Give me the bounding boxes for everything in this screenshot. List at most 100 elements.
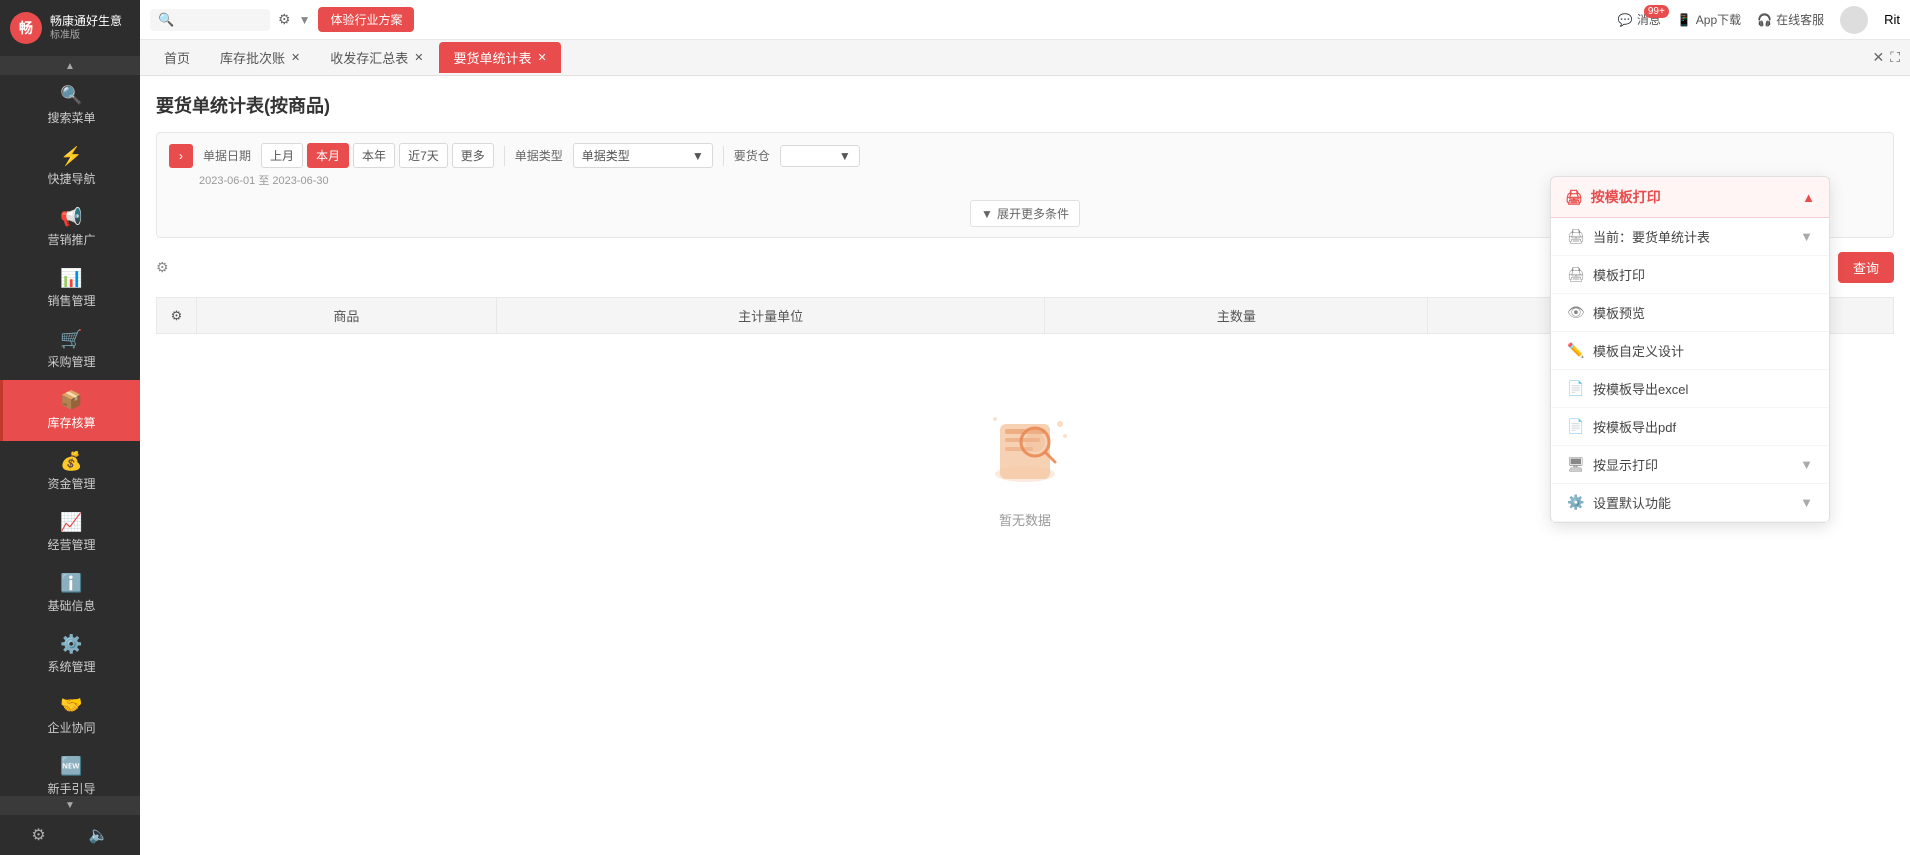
filter-divider [504, 146, 505, 166]
system-icon: ⚙️ [60, 634, 82, 655]
export-excel-icon: 📄 [1567, 380, 1583, 397]
dropdown-item-template-design[interactable]: ✏️模板自定义设计 [1551, 332, 1829, 370]
service-icon: 🎧 [1757, 13, 1772, 27]
dropdown-current-item[interactable]: 🖨 当前：要货单统计表 ▼ [1551, 218, 1829, 256]
type-placeholder: 单据类型 [582, 147, 630, 164]
date-btn-本月[interactable]: 本月 [307, 143, 349, 168]
sidebar-label-inventory: 库存核算 [47, 414, 95, 431]
search-icon: 🔍 [60, 85, 82, 106]
template-print-label: 模板打印 [1593, 265, 1645, 284]
tab-close-icon[interactable]: ✕ [538, 51, 547, 64]
sidebar-label-search: 搜索菜单 [47, 109, 95, 126]
dropdown-item-display-print[interactable]: 🖥按显示打印▼ [1551, 446, 1829, 484]
sidebar-label-operation: 经营管理 [47, 536, 95, 553]
close-window-icon[interactable]: ✕ [1872, 49, 1884, 66]
tab-label: 要货单统计表 [453, 48, 531, 67]
current-label: 当前：要货单统计表 [1593, 227, 1710, 246]
sidebar-item-search[interactable]: 🔍 搜索菜单 [0, 75, 140, 136]
date-btn-本年[interactable]: 本年 [353, 143, 395, 168]
tab-label: 库存批次账 [220, 48, 285, 67]
expand-btn[interactable]: ▼ 展开更多条件 [970, 200, 1080, 227]
sidebar-item-guide[interactable]: 🆕 新手引导 [0, 746, 140, 796]
audio-icon[interactable]: 🔈 [89, 825, 109, 845]
sidebar-item-collab[interactable]: 🤝企业协同 [0, 685, 140, 746]
sidebar-item-system[interactable]: ⚙️ 系统管理 [0, 624, 140, 685]
message-btn[interactable]: 💬 消息 99+ [1618, 11, 1661, 28]
sidebar-item-sales[interactable]: 📊销售管理 [0, 258, 140, 319]
tab-close-icon[interactable]: ✕ [414, 51, 423, 64]
dropdown-item-default-func[interactable]: ⚙️设置默认功能▼ [1551, 484, 1829, 522]
sidebar-item-marketing[interactable]: 📢营销推广 [0, 197, 140, 258]
tabs-actions: ✕ ⛶ [1872, 49, 1900, 66]
gear-icon[interactable]: ⚙ [278, 11, 291, 28]
template-print-icon: 🖨 [1567, 266, 1583, 283]
maximize-icon[interactable]: ⛶ [1890, 49, 1900, 66]
default-func-label: 设置默认功能 [1593, 493, 1671, 512]
date-btn-近7天[interactable]: 近7天 [399, 143, 448, 168]
search-box[interactable]: 🔍 [150, 9, 270, 31]
settings-col-icon[interactable]: ⚙ [171, 308, 183, 323]
dropdown-item-export-pdf[interactable]: 📄按模板导出pdf [1551, 408, 1829, 446]
page-content: 要货单统计表(按商品) › 单据日期 上月本月本年近7天更多 单据类型 单据类型… [140, 76, 1910, 855]
empty-illustration [975, 394, 1075, 494]
sidebar-item-shortcut[interactable]: ⚡ 快捷导航 [0, 136, 140, 197]
sidebar-item-inventory[interactable]: 📦库存核算 [0, 380, 140, 441]
app-download-btn[interactable]: 📱 App下载 [1677, 11, 1741, 28]
query-btn[interactable]: 查询 [1838, 252, 1894, 283]
logo-name: 畅康通好生意 [50, 14, 122, 30]
search-icon: 🔍 [158, 12, 174, 28]
sidebar-item-operation[interactable]: 📈 经营管理 [0, 502, 140, 563]
collapse-icon[interactable]: ▲ [1802, 190, 1815, 205]
sidebar-item-finance[interactable]: 💰资金管理 [0, 441, 140, 502]
sidebar-scroll-down[interactable]: ▼ [0, 796, 140, 814]
sidebar: 畅 畅康通好生意 标准版 ▲ 🔍 搜索菜单 ⚡ 快捷导航 📢营销推广📊销售管理🛒采购管理… [0, 0, 140, 855]
tab-要货单统计表[interactable]: 要货单统计表 ✕ [439, 42, 560, 73]
expand-label: 展开更多条件 [997, 205, 1069, 222]
date-btn-上月[interactable]: 上月 [261, 143, 303, 168]
online-service-btn[interactable]: 🎧 在线客服 [1757, 11, 1824, 28]
type-select[interactable]: 单据类型 ▼ [573, 143, 713, 168]
avatar[interactable] [1840, 6, 1868, 34]
dropdown-title: 🖨 按模板打印 [1565, 187, 1661, 207]
dropdown-item-template-preview[interactable]: 👁模板预览 [1551, 294, 1829, 332]
sidebar-label-guide: 新手引导 [47, 780, 95, 796]
operation-icon: 📈 [60, 512, 82, 533]
dropdown-item-export-excel[interactable]: 📄按模板导出excel [1551, 370, 1829, 408]
date-btn-更多[interactable]: 更多 [452, 143, 494, 168]
tab-收发存汇总表[interactable]: 收发存汇总表 ✕ [316, 42, 437, 73]
current-icon: 🖨 [1567, 228, 1583, 245]
tab-label: 首页 [164, 48, 190, 67]
sidebar-label-shortcut: 快捷导航 [47, 170, 95, 187]
dropdown-title-text: 按模板打印 [1591, 187, 1661, 207]
sidebar-label-sales: 销售管理 [47, 292, 95, 309]
tab-close-icon[interactable]: ✕ [291, 51, 300, 64]
tab-label: 收发存汇总表 [330, 48, 408, 67]
display-print-arrow: ▼ [1800, 457, 1813, 472]
filter-toggle[interactable]: › [169, 144, 193, 168]
sidebar-nav: 🔍 搜索菜单 ⚡ 快捷导航 📢营销推广📊销售管理🛒采购管理📦库存核算💰资金管理 📈 经营管理… [0, 75, 140, 796]
logo-icon: 畅 [10, 12, 42, 44]
display-print-icon: 🖥 [1567, 456, 1583, 473]
guide-icon: 🆕 [60, 756, 82, 777]
sidebar-item-purchase[interactable]: 🛒采购管理 [0, 319, 140, 380]
print-dropdown-menu: 🖨 按模板打印 ▲ 🖨 当前：要货单统计表 ▼ 🖨 模板打印 👁模板预览✏️模板自定… [1550, 176, 1830, 523]
shortcut-icon: ⚡ [60, 146, 82, 167]
current-arrow: ▼ [1800, 229, 1813, 244]
tab-首页[interactable]: 首页 [150, 42, 204, 73]
col-0: ⚙ [157, 298, 197, 334]
settings-gear-icon[interactable]: ⚙ [156, 259, 169, 276]
settings-icon[interactable]: ⚙ [31, 825, 45, 845]
sidebar-label-system: 系统管理 [47, 658, 95, 675]
dropdown-item-template-print[interactable]: 🖨 模板打印 [1551, 256, 1829, 294]
page-title: 要货单统计表(按商品) [156, 92, 1894, 118]
sidebar-item-basic[interactable]: ℹ️基础信息 [0, 563, 140, 624]
dropdown-arrow[interactable]: ▼ [299, 13, 311, 27]
col-2: 主计量单位 [496, 298, 1045, 334]
tab-库存批次账[interactable]: 库存批次账 ✕ [206, 42, 314, 73]
purchase-icon: 🛒 [60, 329, 82, 350]
logo-sub: 标准版 [50, 29, 122, 42]
category-select[interactable]: ▼ [780, 145, 860, 167]
search-input[interactable] [178, 13, 258, 27]
sidebar-scroll-up[interactable]: ▲ [0, 57, 140, 75]
trial-button[interactable]: 体验行业方案 [318, 7, 414, 32]
